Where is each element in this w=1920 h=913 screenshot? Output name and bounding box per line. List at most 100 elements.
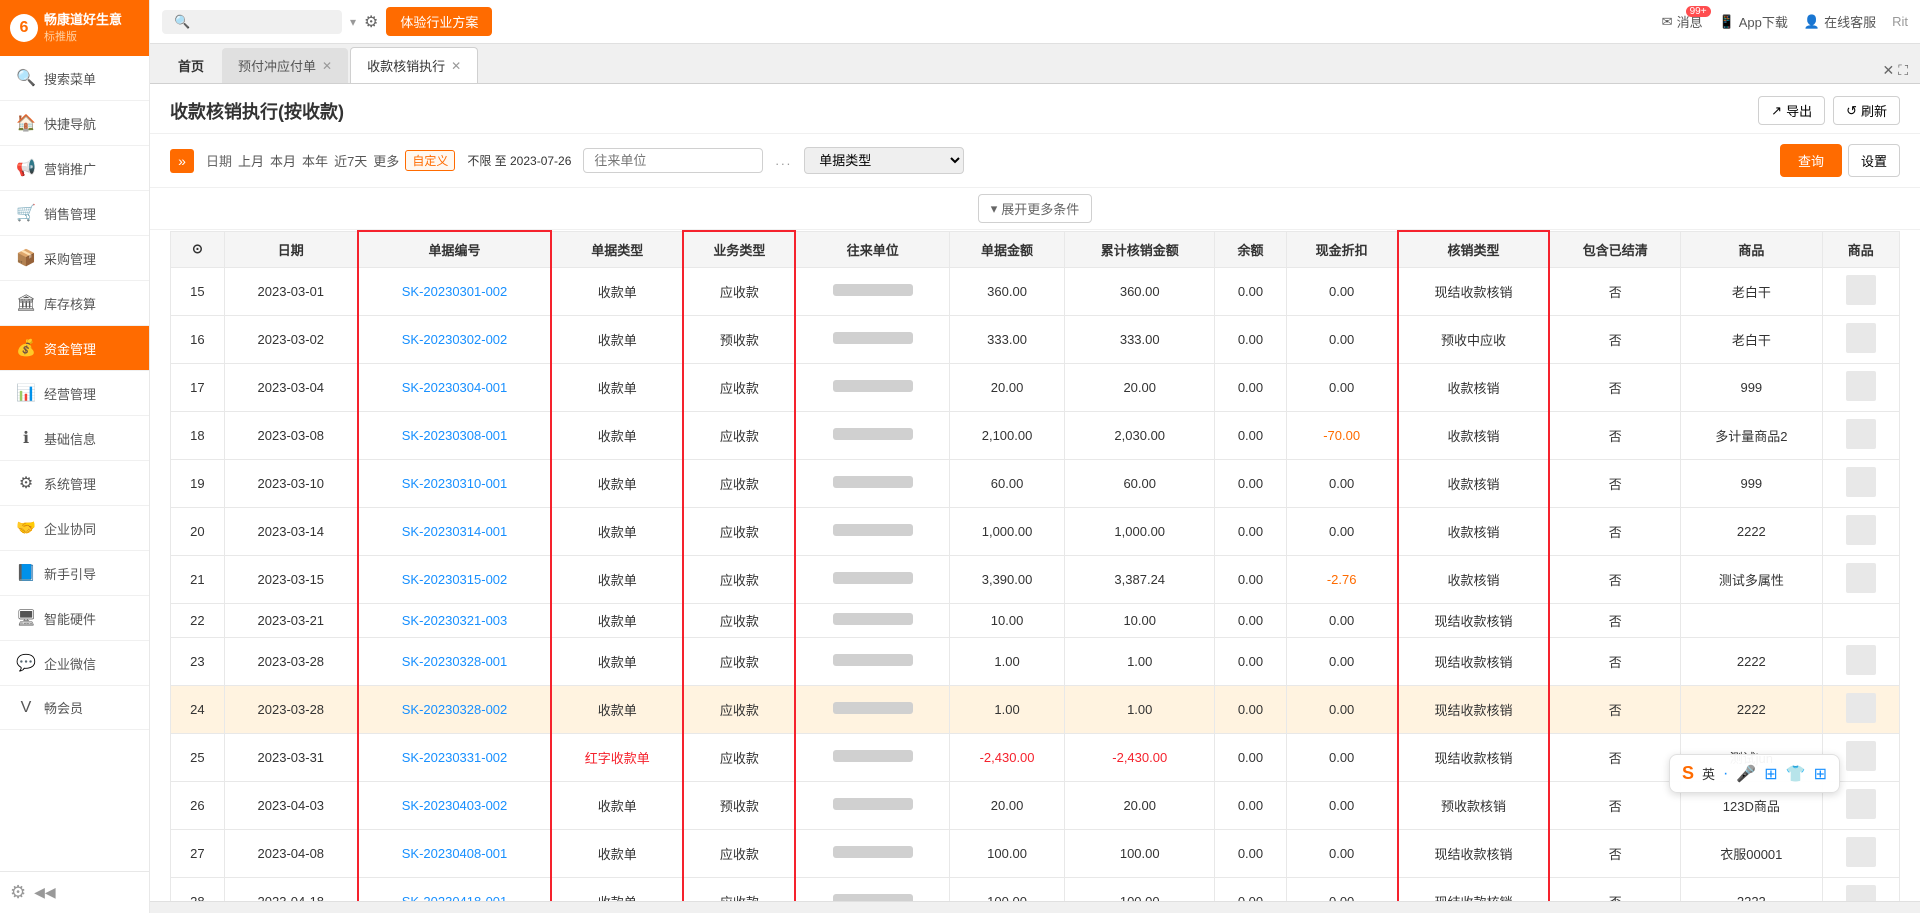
- cell-single-type: 收款单: [551, 508, 683, 556]
- single-no-link[interactable]: SK-20230315-002: [402, 572, 508, 587]
- cell-product: 999: [1681, 460, 1822, 508]
- cell-customer: [795, 782, 949, 830]
- single-no-link[interactable]: SK-20230321-003: [402, 613, 508, 628]
- sidebar-item-inventory[interactable]: 🏛 库存核算: [0, 281, 149, 326]
- app-download-button[interactable]: 📱 App下载: [1719, 12, 1788, 31]
- shirt-icon[interactable]: 👕: [1786, 764, 1806, 784]
- single-no-link[interactable]: SK-20230314-001: [402, 524, 508, 539]
- window-close-icon[interactable]: ✕: [1882, 62, 1894, 79]
- single-no-link[interactable]: SK-20230308-001: [402, 428, 508, 443]
- scroll-bar[interactable]: [150, 901, 1920, 913]
- th-checkbox[interactable]: ⊙: [171, 231, 225, 268]
- th-single-type[interactable]: 单据类型: [551, 231, 683, 268]
- expand-more-button[interactable]: ▾ 展开更多条件: [978, 194, 1093, 223]
- cell-product2: [1822, 364, 1899, 412]
- query-button[interactable]: 查询: [1780, 144, 1842, 177]
- single-no-link[interactable]: SK-20230331-002: [402, 750, 508, 765]
- date-thismonth[interactable]: 本月: [270, 151, 296, 170]
- th-include-settled[interactable]: 包含已结清: [1549, 231, 1680, 268]
- sidebar-item-member[interactable]: V 畅会员: [0, 686, 149, 730]
- refresh-icon: ↺: [1846, 103, 1857, 119]
- cell-verify-type: 现结收款核销: [1398, 734, 1550, 782]
- sidebar-item-sales[interactable]: 🛒 销售管理: [0, 191, 149, 236]
- page-title: 收款核销执行(按收款): [170, 98, 344, 124]
- single-no-link[interactable]: SK-20230418-001: [402, 894, 508, 901]
- window-maximize-icon[interactable]: ⛶: [1898, 62, 1908, 79]
- th-cash-discount[interactable]: 现金折扣: [1286, 231, 1398, 268]
- collapse-icon[interactable]: ◀◀: [34, 884, 56, 901]
- tab-prepay-close[interactable]: ✕: [322, 59, 332, 73]
- cell-date: 2023-03-21: [224, 604, 357, 638]
- sidebar-item-finance[interactable]: 💰 资金管理: [0, 326, 149, 371]
- sidebar-item-purchase[interactable]: 📦 采购管理: [0, 236, 149, 281]
- single-no-link[interactable]: SK-20230328-002: [402, 702, 508, 717]
- mic-icon[interactable]: 🎤: [1736, 764, 1756, 784]
- single-no-link[interactable]: SK-20230403-002: [402, 798, 508, 813]
- th-single-no[interactable]: 单据编号: [358, 231, 551, 268]
- topbar-search[interactable]: 🔍: [162, 10, 342, 34]
- date-more[interactable]: 更多: [373, 151, 399, 170]
- online-service-button[interactable]: 👤 在线客服: [1804, 12, 1876, 31]
- date-lastmonth[interactable]: 上月: [238, 151, 264, 170]
- finance-icon: 💰: [16, 338, 36, 358]
- date-7days[interactable]: 近7天: [334, 151, 367, 170]
- cell-cash-discount: -70.00: [1286, 412, 1398, 460]
- cell-no: 25: [171, 734, 225, 782]
- sidebar-item-system[interactable]: ⚙ 系统管理: [0, 461, 149, 506]
- th-date[interactable]: 日期: [224, 231, 357, 268]
- settings-icon[interactable]: ⚙: [10, 882, 26, 903]
- single-no-link[interactable]: SK-20230328-001: [402, 654, 508, 669]
- topbar-chevron[interactable]: ▾: [350, 15, 356, 29]
- th-product[interactable]: 商品: [1681, 231, 1822, 268]
- th-product2[interactable]: 商品: [1822, 231, 1899, 268]
- tab-prepay-orders[interactable]: 预付冲应付单 ✕: [222, 48, 348, 83]
- sidebar-item-newguide[interactable]: 📘 新手引导: [0, 551, 149, 596]
- cell-product2: [1822, 412, 1899, 460]
- sidebar-item-quicknav[interactable]: 🏠 快捷导航: [0, 101, 149, 146]
- sidebar-item-operations[interactable]: 📊 经营管理: [0, 371, 149, 416]
- single-no-link[interactable]: SK-20230304-001: [402, 380, 508, 395]
- th-amount[interactable]: 单据金额: [949, 231, 1064, 268]
- cell-single-type: 收款单: [551, 460, 683, 508]
- th-biz-type[interactable]: 业务类型: [683, 231, 795, 268]
- cell-include-settled: 否: [1549, 878, 1680, 902]
- filter-toggle[interactable]: »: [170, 149, 194, 173]
- table-row: 17 2023-03-04 SK-20230304-001 收款单 应收款 20…: [171, 364, 1900, 412]
- table-row: 20 2023-03-14 SK-20230314-001 收款单 应收款 1,…: [171, 508, 1900, 556]
- th-balance[interactable]: 余额: [1215, 231, 1286, 268]
- user-name: Rit: [1892, 14, 1908, 29]
- customer-input[interactable]: [583, 148, 763, 173]
- th-verified-amount[interactable]: 累计核销金额: [1065, 231, 1215, 268]
- th-customer[interactable]: 往来单位: [795, 231, 949, 268]
- tab-collection-verify[interactable]: 收款核销执行 ✕: [350, 47, 478, 83]
- message-button[interactable]: ✉ 消息 99+: [1662, 12, 1703, 31]
- grid-icon[interactable]: ⊞: [1764, 764, 1777, 784]
- sidebar-item-wechat[interactable]: 💬 企业微信: [0, 641, 149, 686]
- apps-icon[interactable]: ⊞: [1814, 764, 1827, 784]
- cell-verified-amount: 3,387.24: [1065, 556, 1215, 604]
- cell-amount: 1.00: [949, 686, 1064, 734]
- refresh-button[interactable]: ↺ 刷新: [1833, 96, 1900, 125]
- export-button[interactable]: ↗ 导出: [1758, 96, 1825, 125]
- sidebar-item-hardware[interactable]: 🖥 智能硬件: [0, 596, 149, 641]
- th-verify-type[interactable]: 核销类型: [1398, 231, 1550, 268]
- single-no-link[interactable]: SK-20230302-002: [402, 332, 508, 347]
- type-select[interactable]: 单据类型: [804, 147, 964, 174]
- date-custom[interactable]: 自定义: [405, 150, 455, 171]
- sidebar-item-marketing[interactable]: 📢 营销推广: [0, 146, 149, 191]
- cell-single-no: SK-20230321-003: [358, 604, 551, 638]
- sidebar-item-enterprise[interactable]: 🤝 企业协同: [0, 506, 149, 551]
- single-no-link[interactable]: SK-20230310-001: [402, 476, 508, 491]
- tab-home[interactable]: 首页: [162, 48, 220, 83]
- settings-button[interactable]: 设置: [1848, 144, 1900, 177]
- sidebar-item-basic[interactable]: ℹ 基础信息: [0, 416, 149, 461]
- solution-button[interactable]: 体验行业方案: [386, 7, 492, 36]
- watermark-dot: ·: [1723, 765, 1728, 783]
- single-no-link[interactable]: SK-20230408-001: [402, 846, 508, 861]
- sidebar-item-search[interactable]: 🔍 搜索菜单: [0, 56, 149, 101]
- date-thisyear[interactable]: 本年: [302, 151, 328, 170]
- topbar-gear-icon[interactable]: ⚙: [364, 12, 378, 32]
- single-no-link[interactable]: SK-20230301-002: [402, 284, 508, 299]
- sidebar: 6 畅康道好生意 标推版 🔍 搜索菜单 🏠 快捷导航 📢 营销推广 🛒 销售管理…: [0, 0, 150, 913]
- tab-collection-close[interactable]: ✕: [451, 59, 461, 73]
